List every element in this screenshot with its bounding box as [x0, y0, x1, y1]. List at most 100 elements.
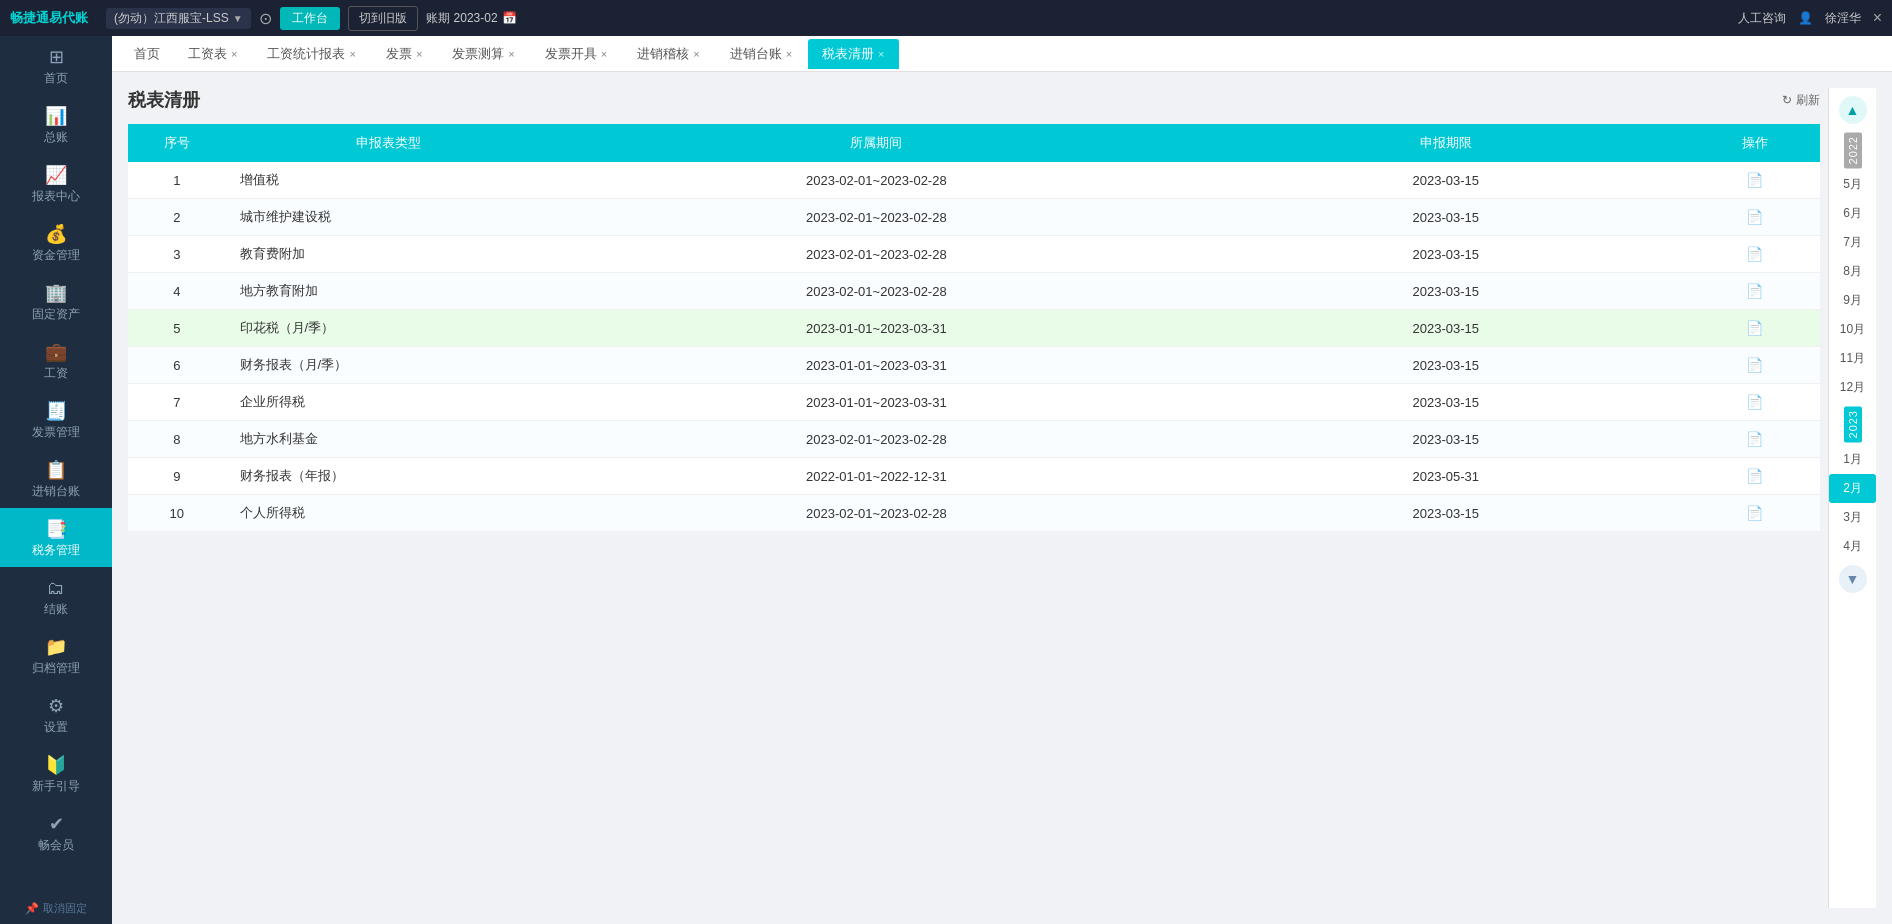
- cell-seq: 8: [128, 421, 226, 458]
- tab-invoice-open[interactable]: 发票开具 ×: [531, 39, 621, 69]
- sidebar-item-home[interactable]: ⊞ 首页: [0, 36, 112, 95]
- th-deadline: 申报期限: [1202, 124, 1690, 162]
- op-icon[interactable]: 📄: [1746, 246, 1763, 262]
- sidebar-item-invoice[interactable]: 🧾 发票管理: [0, 390, 112, 449]
- cal-month-3[interactable]: 3月: [1829, 503, 1876, 532]
- sidebar-item-guide[interactable]: 🔰 新手引导: [0, 744, 112, 803]
- fund-icon: 💰: [45, 225, 67, 243]
- cell-op[interactable]: 📄: [1690, 273, 1820, 310]
- report-icon: 📈: [45, 166, 67, 184]
- op-icon[interactable]: 📄: [1746, 505, 1763, 521]
- sidebar-item-asset[interactable]: 🏢 固定资产: [0, 272, 112, 331]
- cell-period: 2023-02-01~2023-02-28: [551, 273, 1202, 310]
- cal-month-7[interactable]: 7月: [1829, 228, 1876, 257]
- tab-home[interactable]: 首页: [122, 39, 172, 69]
- table-header-row: 序号 申报表类型 所属期间 申报期限 操作: [128, 124, 1820, 162]
- cell-op[interactable]: 📄: [1690, 495, 1820, 532]
- sidebar-label-purchase: 进销台账: [32, 483, 80, 500]
- cal-month-11[interactable]: 11月: [1829, 344, 1876, 373]
- op-icon[interactable]: 📄: [1746, 172, 1763, 188]
- curr-year-label[interactable]: 2023: [1844, 406, 1862, 442]
- op-icon[interactable]: 📄: [1746, 468, 1763, 484]
- cell-seq: 10: [128, 495, 226, 532]
- tab-invoice[interactable]: 发票 ×: [372, 39, 436, 69]
- cell-period: 2023-02-01~2023-02-28: [551, 162, 1202, 199]
- tab-salary-report[interactable]: 工资统计报表 ×: [253, 39, 369, 69]
- tab-close-invoice-calc[interactable]: ×: [508, 48, 514, 60]
- sidebar-item-salary[interactable]: 💼 工资: [0, 331, 112, 390]
- cell-op[interactable]: 📄: [1690, 162, 1820, 199]
- tab-invoice-calc[interactable]: 发票测算 ×: [438, 39, 528, 69]
- calendar-icon[interactable]: 📅: [502, 11, 517, 25]
- tab-close-purchase-review[interactable]: ×: [693, 48, 699, 60]
- tab-close-purchase-ledger[interactable]: ×: [786, 48, 792, 60]
- sidebar-label-member: 畅会员: [38, 837, 74, 854]
- refresh-button[interactable]: ↻ 刷新: [1782, 92, 1820, 109]
- username: 徐淫华: [1825, 10, 1861, 27]
- op-icon[interactable]: 📄: [1746, 283, 1763, 299]
- prev-year-label[interactable]: 2022: [1844, 132, 1862, 168]
- sidebar-label-ledger: 总账: [44, 129, 68, 146]
- sidebar-item-member[interactable]: ✔ 畅会员: [0, 803, 112, 862]
- cell-deadline: 2023-05-31: [1202, 458, 1690, 495]
- help-button[interactable]: 人工咨询: [1738, 10, 1786, 27]
- cal-month-12[interactable]: 12月: [1829, 373, 1876, 402]
- page-content: 税表清册 ↻ 刷新 序号 申报表类型 所属期间 申报期限 操作: [112, 72, 1892, 924]
- op-icon[interactable]: 📄: [1746, 320, 1763, 336]
- tab-salary[interactable]: 工资表 ×: [174, 39, 251, 69]
- tab-tax-register[interactable]: 税表清册 ×: [808, 39, 898, 69]
- cell-op[interactable]: 📄: [1690, 236, 1820, 273]
- table-row: 7 企业所得税 2023-01-01~2023-03-31 2023-03-15…: [128, 384, 1820, 421]
- op-icon[interactable]: 📄: [1746, 394, 1763, 410]
- tab-close-salary[interactable]: ×: [231, 48, 237, 60]
- cell-op[interactable]: 📄: [1690, 310, 1820, 347]
- tab-close-tax-register[interactable]: ×: [878, 48, 884, 60]
- sidebar-label-invoice: 发票管理: [32, 424, 80, 441]
- cell-op[interactable]: 📄: [1690, 199, 1820, 236]
- cal-month-5[interactable]: 5月: [1829, 170, 1876, 199]
- cell-op[interactable]: 📄: [1690, 421, 1820, 458]
- cal-month-2[interactable]: 2月: [1829, 474, 1876, 503]
- asset-icon: 🏢: [45, 284, 67, 302]
- cal-month-4[interactable]: 4月: [1829, 532, 1876, 561]
- page-title: 税表清册: [128, 88, 200, 112]
- op-icon[interactable]: 📄: [1746, 357, 1763, 373]
- tab-close-invoice[interactable]: ×: [416, 48, 422, 60]
- sidebar-item-purchase[interactable]: 📋 进销台账: [0, 449, 112, 508]
- tab-bar: 首页 工资表 × 工资统计报表 × 发票 × 发票测算 × 发票开具 × 进销稽…: [112, 36, 1892, 72]
- cell-type: 地方水利基金: [226, 421, 551, 458]
- cal-month-10[interactable]: 10月: [1829, 315, 1876, 344]
- sidebar-item-archive[interactable]: 📁 归档管理: [0, 626, 112, 685]
- switch-old-button[interactable]: 切到旧版: [348, 6, 418, 31]
- cal-month-1[interactable]: 1月: [1829, 445, 1876, 474]
- cal-month-8[interactable]: 8月: [1829, 257, 1876, 286]
- calendar-panel: ▲ 2022 5月 6月 7月 8月 9月 10月 11月 12月 2023 1…: [1828, 88, 1876, 908]
- op-icon[interactable]: 📄: [1746, 209, 1763, 225]
- cal-month-6[interactable]: 6月: [1829, 199, 1876, 228]
- cell-op[interactable]: 📄: [1690, 384, 1820, 421]
- pin-toggle-button[interactable]: 📌 取消固定: [0, 893, 112, 924]
- cell-period: 2022-01-01~2022-12-31: [551, 458, 1202, 495]
- sidebar-item-report[interactable]: 📈 报表中心: [0, 154, 112, 213]
- cell-op[interactable]: 📄: [1690, 458, 1820, 495]
- tab-purchase-ledger[interactable]: 进销台账 ×: [716, 39, 806, 69]
- tab-purchase-review[interactable]: 进销稽核 ×: [623, 39, 713, 69]
- table-body: 1 增值税 2023-02-01~2023-02-28 2023-03-15 📄…: [128, 162, 1820, 532]
- tab-close-invoice-open[interactable]: ×: [601, 48, 607, 60]
- calendar-nav-down[interactable]: ▼: [1839, 565, 1867, 593]
- calendar-nav-up[interactable]: ▲: [1839, 96, 1867, 124]
- refresh-label: 刷新: [1796, 92, 1820, 109]
- sidebar-item-tax[interactable]: 📑 税务管理: [0, 508, 112, 567]
- company-selector[interactable]: (勿动）江西服宝-LSS ▼: [106, 8, 251, 29]
- op-icon[interactable]: 📄: [1746, 431, 1763, 447]
- sidebar-item-ledger[interactable]: 📊 总账: [0, 95, 112, 154]
- cal-month-9[interactable]: 9月: [1829, 286, 1876, 315]
- sidebar-item-settings[interactable]: ⚙ 设置: [0, 685, 112, 744]
- sidebar-item-fund[interactable]: 💰 资金管理: [0, 213, 112, 272]
- sidebar-label-archive: 归档管理: [32, 660, 80, 677]
- tab-close-salary-report[interactable]: ×: [349, 48, 355, 60]
- sidebar-item-settlement[interactable]: 🗂 结账: [0, 567, 112, 626]
- window-close-icon[interactable]: ×: [1873, 9, 1882, 27]
- workspace-button[interactable]: 工作台: [280, 7, 340, 30]
- cell-op[interactable]: 📄: [1690, 347, 1820, 384]
